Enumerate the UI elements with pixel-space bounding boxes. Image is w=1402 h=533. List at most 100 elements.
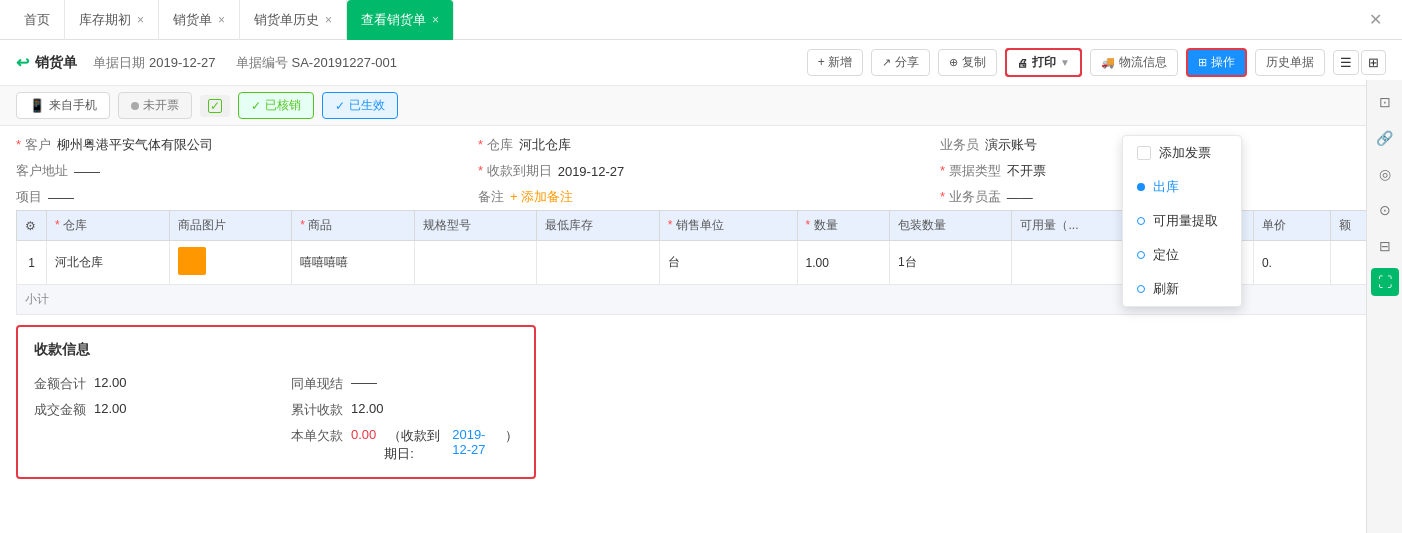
doc-type-label: 销货单 bbox=[35, 54, 77, 72]
tab-inventory[interactable]: 库存期初 × bbox=[65, 0, 159, 40]
warehouse-value: 河北仓库 bbox=[519, 136, 571, 154]
tab-history[interactable]: 销货单历史 × bbox=[240, 0, 347, 40]
doc-title: ↩ 销货单 bbox=[16, 53, 77, 72]
number-value: SA-20191227-001 bbox=[292, 55, 398, 70]
dropdown-locate[interactable]: 定位 bbox=[1123, 238, 1241, 272]
row-seq: 1 bbox=[17, 241, 47, 285]
staff-label: 业务员 bbox=[940, 136, 979, 154]
row-qty: 1.00 bbox=[797, 241, 889, 285]
close-inventory-tab[interactable]: × bbox=[137, 13, 144, 27]
sidebar-link-icon[interactable]: 🔗 bbox=[1371, 124, 1399, 152]
refresh-icon bbox=[1137, 285, 1145, 293]
row-pack-qty: 1台 bbox=[889, 241, 1012, 285]
date-label: 单据日期 bbox=[93, 54, 145, 72]
history-button[interactable]: 历史单据 bbox=[1255, 49, 1325, 76]
payment-right-col: 同单现结 —— 累计收款 12.00 本单欠款 0.00 （收款到期日: 201… bbox=[291, 375, 518, 463]
close-view-sales-tab[interactable]: × bbox=[432, 13, 439, 27]
cumulative-value: 12.00 bbox=[351, 401, 384, 419]
locate-icon bbox=[1137, 251, 1145, 259]
tab-bar: 首页 库存期初 × 销货单 × 销货单历史 × 查看销货单 × ✕ bbox=[0, 0, 1402, 40]
doc-number-group: 单据编号 SA-20191227-001 bbox=[236, 54, 398, 72]
from-phone-button[interactable]: 📱 来自手机 bbox=[16, 92, 110, 119]
same-order-value: —— bbox=[351, 375, 377, 393]
tab-home[interactable]: 首页 bbox=[10, 0, 65, 40]
payment-date-label: 收款到期日 bbox=[478, 162, 552, 180]
grid-view-button[interactable]: ⊞ bbox=[1361, 50, 1386, 75]
dropdown-add-invoice[interactable]: 添加发票 bbox=[1123, 136, 1241, 170]
logistics-button[interactable]: 🚚 物流信息 bbox=[1090, 49, 1178, 76]
deal-amount-value: 12.00 bbox=[94, 401, 127, 419]
ticket-type-value: 不开票 bbox=[1007, 162, 1046, 180]
doc-meta: 单据日期 2019-12-27 单据编号 SA-20191227-001 bbox=[93, 54, 397, 72]
total-row: 金额合计 12.00 bbox=[34, 375, 261, 393]
owed-note-end: ） bbox=[505, 427, 518, 463]
print-button[interactable]: 🖨 打印 ▼ bbox=[1005, 48, 1082, 77]
add-invoice-icon bbox=[1137, 146, 1151, 160]
view-toggle: ☰ ⊞ bbox=[1333, 50, 1386, 75]
customer-field: 客户 柳州粤港平安气体有限公司 bbox=[16, 136, 462, 154]
confirm-checkbox[interactable]: ✓ bbox=[208, 99, 222, 113]
same-order-row: 同单现结 —— bbox=[291, 375, 518, 393]
col-spec: 规格型号 bbox=[414, 211, 537, 241]
list-view-button[interactable]: ☰ bbox=[1333, 50, 1359, 75]
doc-type-icon: ↩ bbox=[16, 53, 29, 72]
project-field: 项目 —— bbox=[16, 188, 462, 206]
sidebar-table-icon[interactable]: ⊡ bbox=[1371, 88, 1399, 116]
phone-icon: 📱 bbox=[29, 98, 45, 113]
deal-amount-label: 成交金额 bbox=[34, 401, 86, 419]
share-button[interactable]: ↗ 分享 bbox=[871, 49, 930, 76]
owed-row: 本单欠款 0.00 （收款到期日: 2019-12-27 ） bbox=[291, 427, 518, 463]
row-warehouse: 河北仓库 bbox=[47, 241, 170, 285]
add-notes-button[interactable]: + 添加备注 bbox=[510, 188, 573, 206]
effective-badge[interactable]: ✓ 已生效 bbox=[322, 92, 398, 119]
deal-amount-row: 成交金额 12.00 bbox=[34, 401, 261, 419]
dropdown-outbound[interactable]: 出库 bbox=[1123, 170, 1241, 204]
customer-label: 客户 bbox=[16, 136, 51, 154]
tab-sales[interactable]: 销货单 × bbox=[159, 0, 240, 40]
address-value: —— bbox=[74, 164, 100, 179]
customer-value: 柳州粤港平安气体有限公司 bbox=[57, 136, 213, 154]
date-value: 2019-12-27 bbox=[149, 55, 216, 70]
owed-label: 本单欠款 bbox=[291, 427, 343, 463]
close-history-tab[interactable]: × bbox=[325, 13, 332, 27]
col-image: 商品图片 bbox=[169, 211, 292, 241]
warehouse-label: 仓库 bbox=[478, 136, 513, 154]
warehouse-field: 仓库 河北仓库 bbox=[478, 136, 924, 154]
row-spec bbox=[414, 241, 537, 285]
payment-title: 收款信息 bbox=[34, 341, 518, 359]
dropdown-available-qty[interactable]: 可用量提取 bbox=[1123, 204, 1241, 238]
row-min-stock bbox=[537, 241, 660, 285]
doc-date-group: 单据日期 2019-12-27 bbox=[93, 54, 216, 72]
col-settings[interactable]: ⚙ bbox=[17, 211, 47, 241]
sidebar-tag-icon[interactable]: ⊟ bbox=[1371, 232, 1399, 260]
sidebar-circle-icon[interactable]: ◎ bbox=[1371, 160, 1399, 188]
not-open-ticket-badge[interactable]: 未开票 bbox=[118, 92, 192, 119]
tab-bar-close[interactable]: ✕ bbox=[1359, 10, 1392, 29]
payment-info-box: 收款信息 金额合计 12.00 成交金额 12.00 同单现结 —— 累计收款 bbox=[16, 325, 536, 479]
effective-check-icon: ✓ bbox=[335, 99, 345, 113]
add-button[interactable]: + 新增 bbox=[807, 49, 863, 76]
total-value: 12.00 bbox=[94, 375, 127, 393]
doc-header: ↩ 销货单 单据日期 2019-12-27 单据编号 SA-20191227-0… bbox=[0, 40, 1402, 86]
payment-left-col: 金额合计 12.00 成交金额 12.00 bbox=[34, 375, 261, 463]
row-unit-price: 0. bbox=[1253, 241, 1330, 285]
close-sales-tab[interactable]: × bbox=[218, 13, 225, 27]
same-order-label: 同单现结 bbox=[291, 375, 343, 393]
col-warehouse: 仓库 bbox=[47, 211, 170, 241]
dropdown-refresh[interactable]: 刷新 bbox=[1123, 272, 1241, 306]
dot-gray bbox=[131, 102, 139, 110]
copy-button[interactable]: ⊕ 复制 bbox=[938, 49, 997, 76]
col-unit: 销售单位 bbox=[659, 211, 797, 241]
sidebar-person-icon[interactable]: ⊙ bbox=[1371, 196, 1399, 224]
col-qty: 数量 bbox=[797, 211, 889, 241]
confirmed-badge[interactable]: ✓ 已核销 bbox=[238, 92, 314, 119]
sidebar-expand-icon[interactable]: ⛶ bbox=[1371, 268, 1399, 296]
sales-staff-value: —— bbox=[1007, 190, 1033, 205]
owed-date: 2019-12-27 bbox=[452, 427, 497, 463]
tab-view-sales[interactable]: 查看销货单 × bbox=[347, 0, 454, 40]
project-label: 项目 bbox=[16, 188, 42, 206]
total-label: 金额合计 bbox=[34, 375, 86, 393]
outbound-dot-icon bbox=[1137, 183, 1145, 191]
action-row: 📱 来自手机 未开票 ✓ ✓ 已核销 ✓ 已生效 bbox=[0, 86, 1402, 126]
operations-button[interactable]: ⊞ 操作 bbox=[1186, 48, 1247, 77]
